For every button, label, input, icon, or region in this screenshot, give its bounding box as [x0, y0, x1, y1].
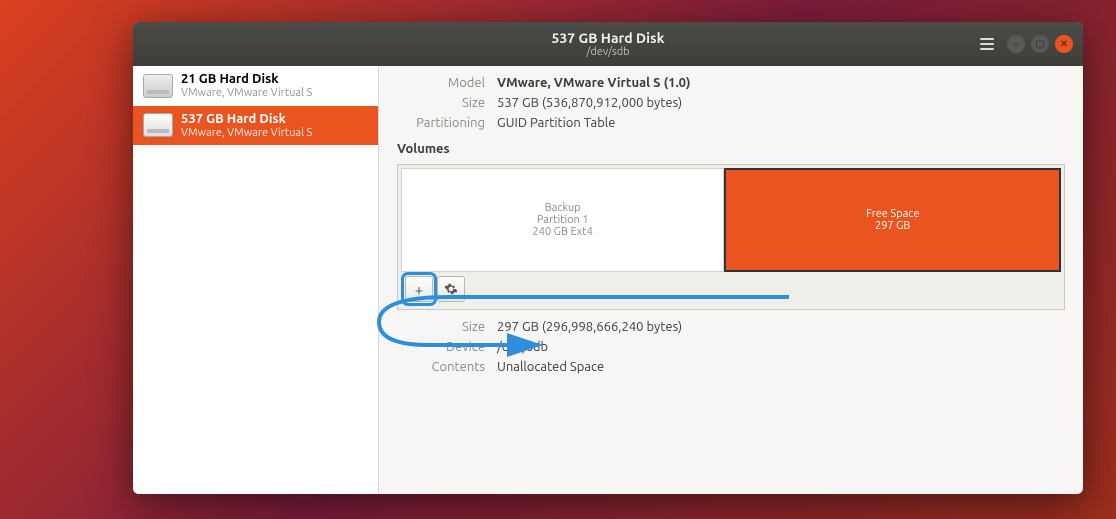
sel-size-label: Size — [397, 320, 485, 334]
volumes-row: Backup Partition 1 240 GB Ext4 Free Spac… — [401, 168, 1061, 272]
title-center: 537 GB Hard Disk /dev/sdb — [133, 30, 1083, 58]
partitioning-value: GUID Partition Table — [497, 116, 1065, 130]
minimize-button[interactable]: – — [1007, 35, 1025, 53]
sel-contents-value: Unallocated Space — [497, 360, 1065, 374]
maximize-button[interactable]: ▢ — [1031, 35, 1049, 53]
disk-item-21gb[interactable]: 21 GB Hard Disk VMware, VMware Virtual S — [133, 66, 378, 106]
disk-title: 21 GB Hard Disk — [181, 72, 312, 87]
sel-size-value: 297 GB (296,998,666,240 bytes) — [497, 320, 1065, 334]
disk-subtitle: VMware, VMware Virtual S — [181, 87, 312, 100]
disk-item-537gb[interactable]: 537 GB Hard Disk VMware, VMware Virtual … — [133, 106, 378, 146]
plus-icon: + — [415, 281, 423, 298]
gear-button[interactable] — [437, 276, 465, 302]
model-value: VMware, VMware Virtual S (1.0) — [497, 76, 1065, 90]
disk-sidebar: 21 GB Hard Disk VMware, VMware Virtual S… — [133, 66, 379, 494]
size-label: Size — [397, 96, 485, 110]
menu-button[interactable] — [973, 32, 1001, 56]
titlebar: 537 GB Hard Disk /dev/sdb – ▢ ✕ — [133, 22, 1083, 66]
disk-subtitle: VMware, VMware Virtual S — [181, 127, 312, 140]
sel-device-value: /dev/sdb — [497, 340, 1065, 354]
free-space-size: 297 GB — [875, 220, 910, 232]
main-panel: Model VMware, VMware Virtual S (1.0) Siz… — [379, 66, 1083, 494]
disk-title: 537 GB Hard Disk — [181, 112, 312, 127]
sel-device-label: Device — [397, 340, 485, 354]
window-title: 537 GB Hard Disk — [133, 30, 1083, 46]
gear-icon — [444, 282, 458, 296]
hard-disk-icon — [143, 113, 173, 137]
volume-toolbar: + — [401, 272, 1061, 306]
free-space-label: Free Space — [866, 208, 919, 220]
selected-volume-info: Size 297 GB (296,998,666,240 bytes) Devi… — [397, 320, 1065, 374]
volume-partition-1[interactable]: Backup Partition 1 240 GB Ext4 — [401, 168, 724, 272]
volumes-box: Backup Partition 1 240 GB Ext4 Free Spac… — [397, 164, 1065, 310]
volume-line3: 240 GB Ext4 — [533, 226, 593, 238]
disks-window: 537 GB Hard Disk /dev/sdb – ▢ ✕ 21 GB Ha… — [133, 22, 1083, 494]
close-button[interactable]: ✕ — [1055, 35, 1073, 53]
size-value: 537 GB (536,870,912,000 bytes) — [497, 96, 1065, 110]
partitioning-label: Partitioning — [397, 116, 485, 130]
volumes-header: Volumes — [397, 142, 1065, 156]
volume-line2: Partition 1 — [537, 214, 589, 226]
sel-contents-label: Contents — [397, 360, 485, 374]
content: 21 GB Hard Disk VMware, VMware Virtual S… — [133, 66, 1083, 494]
model-label: Model — [397, 76, 485, 90]
volume-free-space[interactable]: Free Space 297 GB — [724, 168, 1061, 272]
window-subtitle: /dev/sdb — [133, 46, 1083, 58]
volume-name: Backup — [545, 202, 581, 214]
add-partition-button[interactable]: + — [405, 276, 433, 302]
disk-info: Model VMware, VMware Virtual S (1.0) Siz… — [397, 76, 1065, 130]
hard-disk-icon — [143, 74, 173, 98]
